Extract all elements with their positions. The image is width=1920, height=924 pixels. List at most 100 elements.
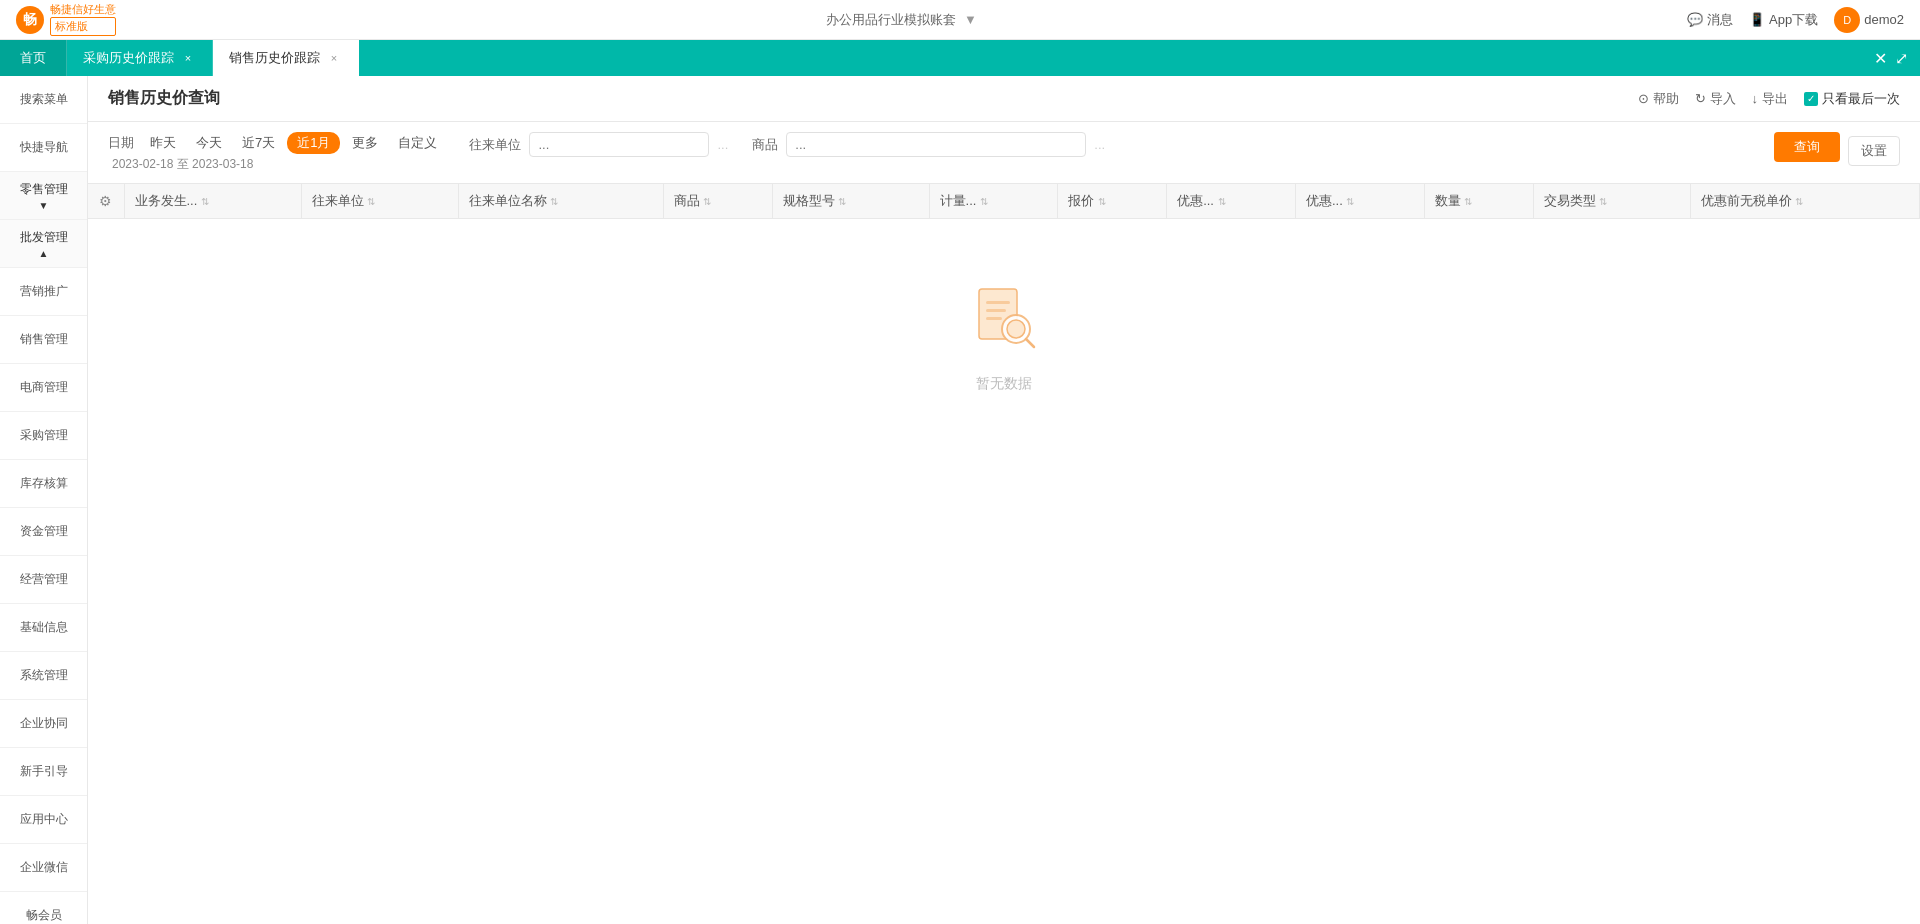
th-pre-tax-price-label: 优惠前无税单价: [1701, 193, 1792, 208]
sidebar-item-finance[interactable]: 资金管理: [0, 508, 87, 556]
base-info-label: 基础信息: [20, 619, 68, 636]
sidebar-item-wechat[interactable]: 企业微信: [0, 844, 87, 892]
marketing-label: 营销推广: [20, 283, 68, 300]
top-bar-right: 💬 消息 📱 App下载 D demo2: [1687, 7, 1904, 33]
sidebar-item-sales-mgmt[interactable]: 销售管理: [0, 316, 87, 364]
th-trade-type[interactable]: 交易类型 ⇅: [1533, 184, 1690, 219]
th-partner-code-sort-icon: ⇅: [367, 196, 375, 207]
sidebar-item-inventory[interactable]: 库存核算: [0, 460, 87, 508]
dropdown-arrow-icon[interactable]: ▼: [964, 12, 977, 27]
th-qty[interactable]: 数量 ⇅: [1424, 184, 1533, 219]
sidebar-item-purchase-mgmt[interactable]: 采购管理: [0, 412, 87, 460]
th-trade-type-label: 交易类型: [1544, 193, 1596, 208]
th-spec[interactable]: 规格型号 ⇅: [772, 184, 929, 219]
user-name: demo2: [1864, 12, 1904, 27]
sidebar-item-marketing[interactable]: 营销推广: [0, 268, 87, 316]
th-discount2[interactable]: 优惠... ⇅: [1296, 184, 1425, 219]
product-filter-dots: ...: [1094, 137, 1105, 152]
th-discount1[interactable]: 优惠... ⇅: [1167, 184, 1296, 219]
date-btn-yesterday[interactable]: 昨天: [142, 132, 184, 154]
th-quote[interactable]: 报价 ⇅: [1058, 184, 1167, 219]
th-quote-label: 报价: [1068, 193, 1094, 208]
sidebar-item-member[interactable]: 畅会员: [0, 892, 87, 924]
th-partner-name[interactable]: 往来单位名称 ⇅: [458, 184, 663, 219]
tab-purchase-history-close[interactable]: ×: [180, 50, 196, 66]
help-button[interactable]: ⊙ 帮助: [1638, 90, 1679, 108]
th-pre-tax-price[interactable]: 优惠前无税单价 ⇅: [1690, 184, 1919, 219]
message-button[interactable]: 💬 消息: [1687, 11, 1733, 29]
sidebar-item-enterprise[interactable]: 企业协同: [0, 700, 87, 748]
th-biz-date[interactable]: 业务发生... ⇅: [124, 184, 301, 219]
th-partner-code[interactable]: 往来单位 ⇅: [301, 184, 458, 219]
settings-button[interactable]: 设置: [1848, 136, 1900, 166]
th-partner-name-label: 往来单位名称: [469, 193, 547, 208]
export-icon: ↓: [1752, 91, 1759, 106]
user-area[interactable]: D demo2: [1834, 7, 1904, 33]
export-button[interactable]: ↓ 导出: [1752, 90, 1789, 108]
th-discount1-sort-icon: ⇅: [1218, 196, 1226, 207]
inventory-label: 库存核算: [20, 475, 68, 492]
th-product[interactable]: 商品 ⇅: [663, 184, 772, 219]
operations-label: 经营管理: [20, 571, 68, 588]
tab-close-all-icon[interactable]: ✕: [1874, 49, 1887, 68]
date-btn-1month[interactable]: 近1月: [287, 132, 340, 154]
tab-bar-actions: ✕ ⤢: [1862, 40, 1920, 76]
data-table: ⚙ 业务发生... ⇅ 往来单位 ⇅ 往来单位名称: [88, 184, 1920, 219]
sidebar-item-ecommerce[interactable]: 电商管理: [0, 364, 87, 412]
tab-purchase-history-label: 采购历史价跟踪: [83, 49, 174, 67]
th-partner-name-sort-icon: ⇅: [550, 196, 558, 207]
label-badge: 标准版: [50, 17, 116, 36]
date-btn-today[interactable]: 今天: [188, 132, 230, 154]
sales-mgmt-label: 销售管理: [20, 331, 68, 348]
query-button[interactable]: 查询: [1774, 132, 1840, 162]
table-header-row: ⚙ 业务发生... ⇅ 往来单位 ⇅ 往来单位名称: [88, 184, 1920, 219]
scroll-area: ⚙ 业务发生... ⇅ 往来单位 ⇅ 往来单位名称: [88, 184, 1920, 924]
top-bar-center: 办公用品行业模拟账套 ▼: [826, 11, 977, 29]
app-download-button[interactable]: 📱 App下载: [1749, 11, 1818, 29]
product-filter-input[interactable]: [786, 132, 1086, 157]
tab-sales-history-close[interactable]: ×: [326, 50, 342, 66]
only-last-checkbox-area[interactable]: ✓ 只看最后一次: [1804, 90, 1900, 108]
enterprise-label: 企业协同: [20, 715, 68, 732]
date-btn-7days[interactable]: 近7天: [234, 132, 283, 154]
th-unit-label: 计量...: [940, 193, 977, 208]
logo-area: 畅 畅捷信好生意 标准版: [16, 3, 116, 35]
svg-rect-2: [986, 309, 1006, 312]
partner-filter-dots: ...: [717, 137, 728, 152]
sidebar-item-search-menu[interactable]: 搜索菜单: [0, 76, 87, 124]
th-biz-date-label: 业务发生...: [135, 193, 198, 208]
tab-purchase-history[interactable]: 采购历史价跟踪 ×: [67, 40, 213, 76]
only-last-checkbox[interactable]: ✓: [1804, 92, 1818, 106]
gear-icon[interactable]: ⚙: [99, 193, 112, 209]
import-button[interactable]: ↻ 导入: [1695, 90, 1736, 108]
sidebar-item-quick-nav[interactable]: 快捷导航: [0, 124, 87, 172]
purchase-mgmt-label: 采购管理: [20, 427, 68, 444]
sidebar-item-operations[interactable]: 经营管理: [0, 556, 87, 604]
date-btn-custom[interactable]: 自定义: [390, 132, 445, 154]
th-unit[interactable]: 计量... ⇅: [929, 184, 1058, 219]
sidebar-item-system[interactable]: 系统管理: [0, 652, 87, 700]
svg-line-6: [1026, 339, 1034, 347]
logo-icon: 畅: [16, 6, 44, 34]
tab-maximize-icon[interactable]: ⤢: [1895, 49, 1908, 68]
th-spec-label: 规格型号: [783, 193, 835, 208]
sidebar-item-base-info[interactable]: 基础信息: [0, 604, 87, 652]
sidebar-item-guide[interactable]: 新手引导: [0, 748, 87, 796]
tab-home-label: 首页: [20, 49, 46, 67]
th-partner-code-label: 往来单位: [312, 193, 364, 208]
sidebar-item-wholesale-mgmt[interactable]: 批发管理 ▲: [0, 220, 87, 268]
date-range-display: 2023-02-18 至 2023-03-18: [112, 156, 445, 173]
system-label: 系统管理: [20, 667, 68, 684]
phone-icon: 📱: [1749, 12, 1765, 27]
date-btn-more[interactable]: 更多: [344, 132, 386, 154]
th-discount1-label: 优惠...: [1177, 193, 1214, 208]
top-bar: 畅 畅捷信好生意 标准版 办公用品行业模拟账套 ▼ 💬 消息 📱 App下载 D…: [0, 0, 1920, 40]
wechat-label: 企业微信: [20, 859, 68, 876]
quick-nav-label: 快捷导航: [20, 139, 68, 156]
th-product-sort-icon: ⇅: [703, 196, 711, 207]
partner-filter-input[interactable]: [529, 132, 709, 157]
tab-home[interactable]: 首页: [0, 40, 67, 76]
sidebar-item-app-center[interactable]: 应用中心: [0, 796, 87, 844]
tab-sales-history[interactable]: 销售历史价跟踪 ×: [213, 40, 359, 76]
sidebar-item-retail-mgmt[interactable]: 零售管理 ▼: [0, 172, 87, 220]
